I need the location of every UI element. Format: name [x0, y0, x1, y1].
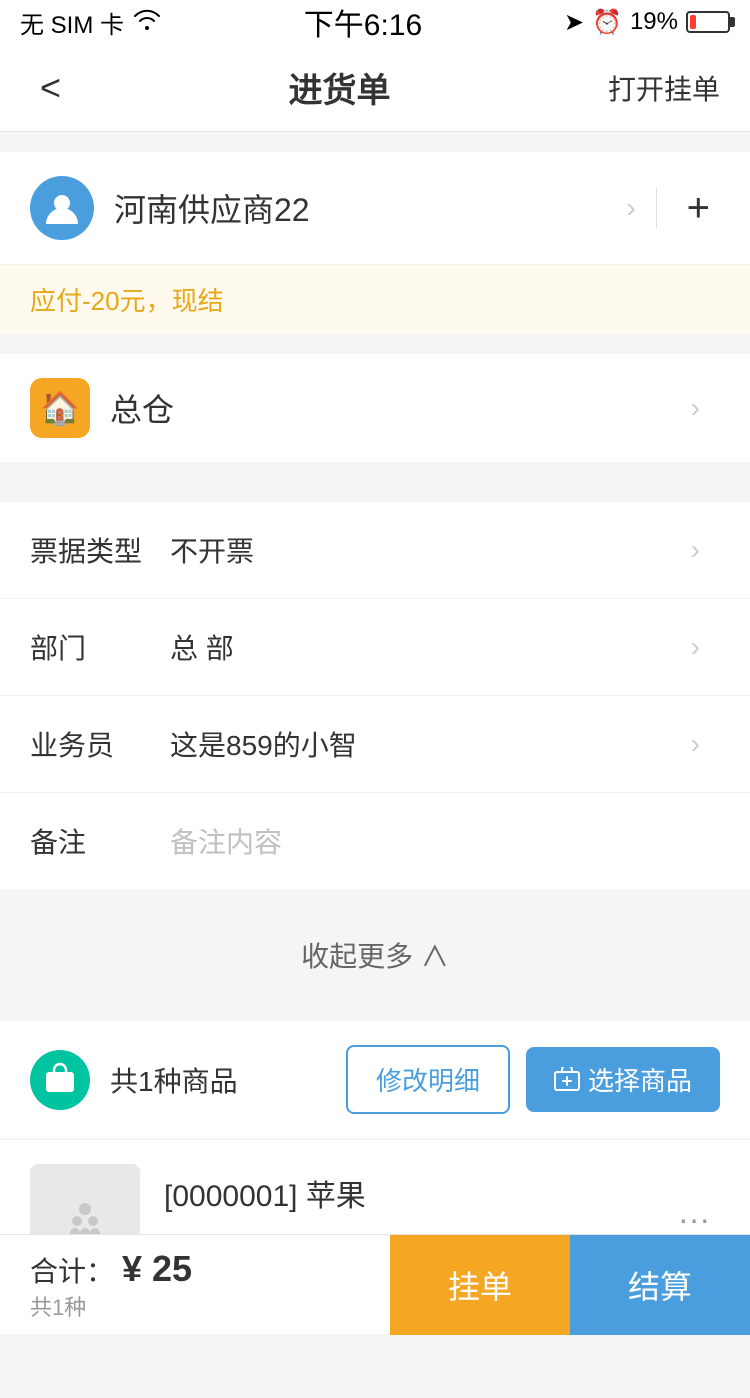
warehouse-section: 🏠 总仓 › — [0, 354, 750, 462]
top-divider — [0, 132, 750, 152]
department-value: 总 部 — [150, 627, 691, 667]
supplier-name: 河南供应商22 — [114, 185, 626, 231]
divider-1 — [0, 334, 750, 354]
product-icon — [30, 1050, 90, 1110]
alarm-icon: ⏰ — [592, 8, 622, 37]
warehouse-name: 总仓 — [110, 385, 691, 431]
status-left: 无 SIM 卡 — [20, 5, 162, 40]
invoice-value: 不开票 — [150, 530, 691, 570]
carrier-text: 无 SIM 卡 — [20, 5, 124, 40]
salesman-row[interactable]: 业务员 这是859的小智 › — [0, 696, 750, 793]
hang-button[interactable]: 挂单 — [390, 1235, 570, 1335]
wifi-icon — [132, 8, 162, 37]
battery-text: 19% — [630, 8, 678, 36]
invoice-label: 票据类型 — [30, 530, 150, 570]
supplier-divider — [656, 188, 657, 228]
select-product-button[interactable]: 选择商品 — [526, 1047, 720, 1112]
open-hang-button[interactable]: 打开挂单 — [608, 68, 720, 108]
divider-3 — [0, 1001, 750, 1021]
total-count: 共1种 — [30, 1290, 360, 1322]
supplier-row[interactable]: 河南供应商22 › + — [0, 152, 750, 265]
select-product-label: 选择商品 — [588, 1061, 692, 1098]
product-title: 苹果 — [306, 1180, 366, 1213]
product-code: [0000001] — [164, 1180, 297, 1213]
remark-label: 备注 — [30, 821, 150, 861]
department-label: 部门 — [30, 627, 150, 667]
battery-icon — [686, 11, 730, 33]
warehouse-chevron-icon: › — [691, 392, 700, 424]
add-supplier-button[interactable]: + — [677, 186, 720, 231]
status-right: ➤ ⏰ 19% — [564, 8, 730, 37]
salesman-chevron-icon: › — [691, 728, 700, 760]
form-section: 票据类型 不开票 › 部门 总 部 › 业务员 这是859的小智 › 备注 备注… — [0, 502, 750, 889]
salesman-value: 这是859的小智 — [150, 724, 691, 764]
status-time: 下午6:16 — [304, 0, 422, 44]
supplier-section: 河南供应商22 › + 应付-20元，现结 — [0, 152, 750, 334]
bottom-bar: 合计： ¥ 25 共1种 挂单 结算 — [0, 1234, 750, 1334]
warehouse-icon: 🏠 — [30, 378, 90, 438]
product-header: 共1种商品 修改明细 选择商品 — [0, 1021, 750, 1138]
page-title: 进货单 — [289, 63, 391, 112]
payment-notice: 应付-20元，现结 — [0, 265, 750, 334]
supplier-chevron-icon: › — [626, 192, 635, 224]
total-label: 合计： — [30, 1250, 114, 1290]
invoice-chevron-icon: › — [691, 534, 700, 566]
remark-input[interactable]: 备注内容 — [150, 821, 720, 861]
location-icon: ➤ — [564, 8, 584, 37]
warehouse-row[interactable]: 🏠 总仓 › — [0, 354, 750, 462]
department-row[interactable]: 部门 总 部 › — [0, 599, 750, 696]
remark-row[interactable]: 备注 备注内容 — [0, 793, 750, 889]
supplier-avatar — [30, 176, 94, 240]
home-icon: 🏠 — [40, 389, 80, 427]
divider-2 — [0, 462, 750, 482]
collapse-button[interactable]: 收起更多 ∧ — [0, 909, 750, 1001]
product-count-label: 共1种商品 — [110, 1060, 346, 1100]
total-amount: ¥ 25 — [122, 1248, 192, 1290]
status-bar: 无 SIM 卡 下午6:16 ➤ ⏰ 19% — [0, 0, 750, 44]
back-button[interactable]: < — [30, 57, 71, 119]
salesman-label: 业务员 — [30, 724, 150, 764]
invoice-row[interactable]: 票据类型 不开票 › — [0, 502, 750, 599]
bottom-total: 合计： ¥ 25 共1种 — [0, 1248, 390, 1322]
department-chevron-icon: › — [691, 631, 700, 663]
edit-detail-button[interactable]: 修改明细 — [346, 1045, 510, 1114]
product-name: [0000001] 苹果 — [164, 1171, 668, 1215]
nav-bar: < 进货单 打开挂单 — [0, 44, 750, 132]
checkout-button[interactable]: 结算 — [570, 1235, 750, 1335]
